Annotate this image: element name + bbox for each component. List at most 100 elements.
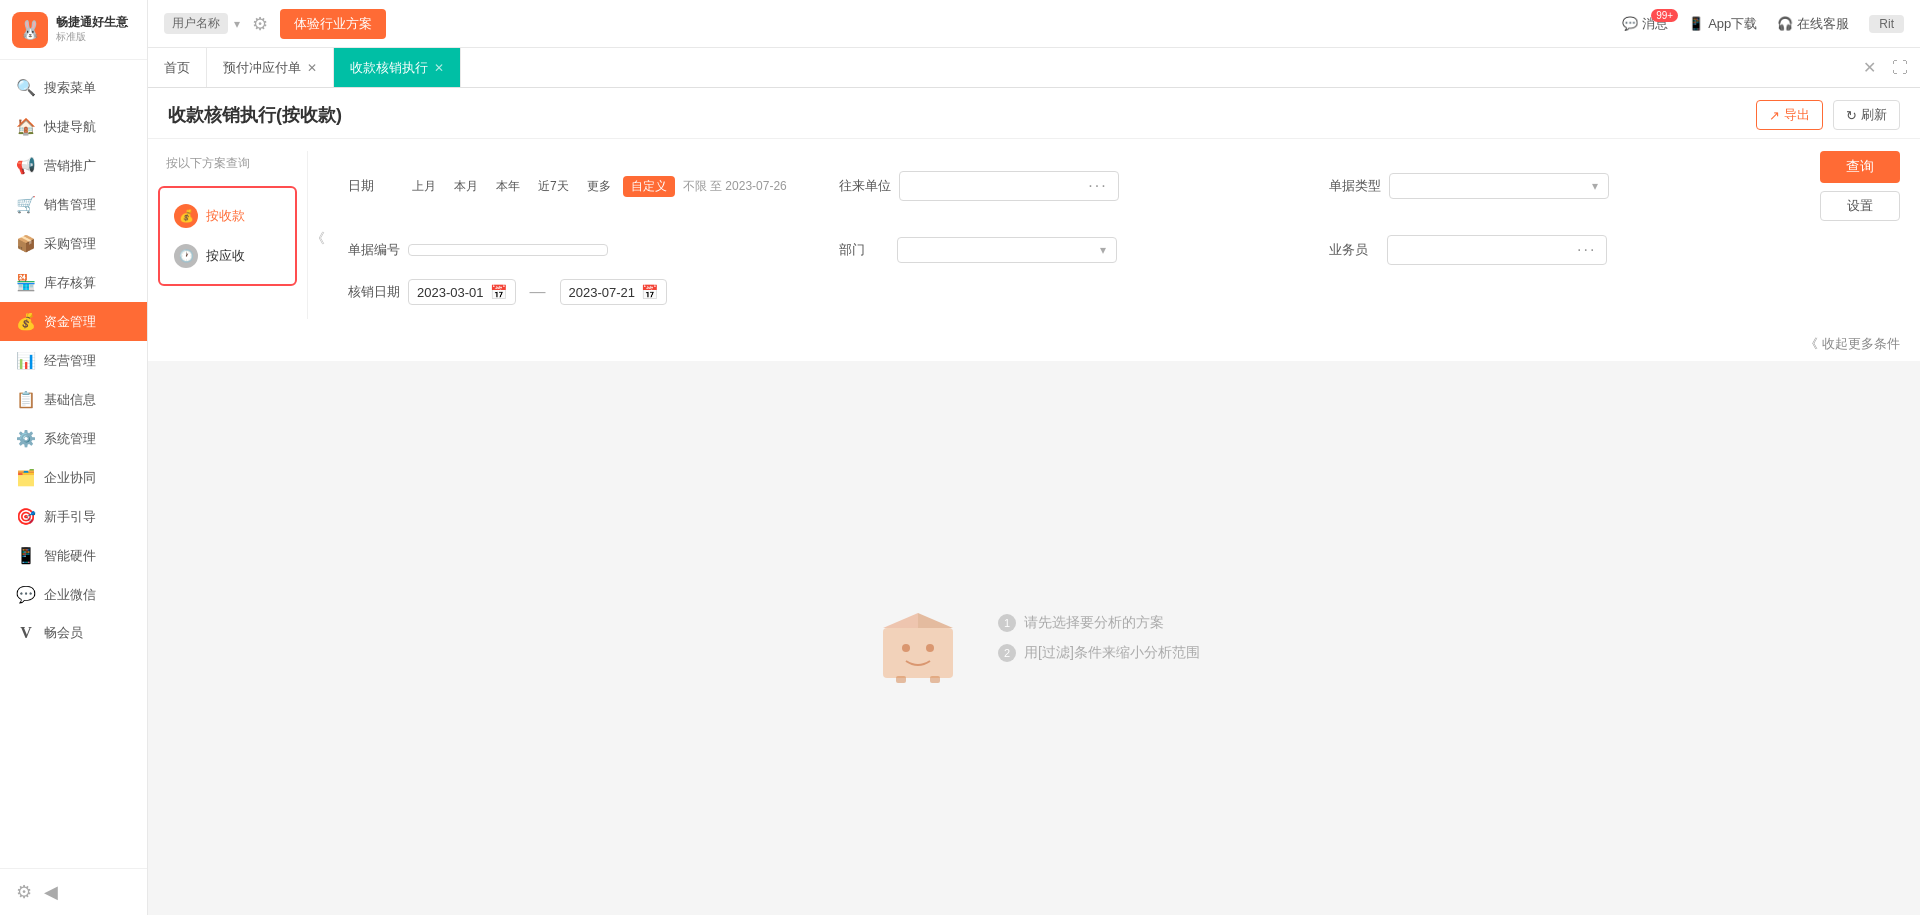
close-tab-icon[interactable]: ✕ (1863, 58, 1876, 77)
empty-tips: 1 请先选择要分析的方案 2 用[过滤]条件来缩小分析范围 (998, 614, 1200, 662)
date-btn-this-year[interactable]: 本年 (490, 176, 526, 197)
prepay-tab-close-icon[interactable]: ✕ (307, 61, 317, 75)
sidebar-item-finance[interactable]: 💰 资金管理 (0, 302, 147, 341)
export-icon: ↗ (1769, 108, 1780, 123)
message-button[interactable]: 💬 消息 99+ (1622, 15, 1668, 33)
filter-row-3: 核销日期 2023-03-01 📅 — 2023-07-21 📅 (348, 279, 1900, 305)
bill-type-field: 单据类型 ▾ (1329, 173, 1800, 199)
sidebar-item-search[interactable]: 🔍 搜索菜单 (0, 68, 147, 107)
sidebar-item-purchase[interactable]: 📦 采购管理 (0, 224, 147, 263)
date-btn-custom[interactable]: 自定义 (623, 176, 675, 197)
date-btn-last-month[interactable]: 上月 (406, 176, 442, 197)
sidebar-item-label: 库存核算 (44, 274, 96, 292)
counterparty-label: 往来单位 (839, 177, 891, 195)
sidebar-item-label: 快捷导航 (44, 118, 96, 136)
topbar-user: 用户名称 ▾ (164, 13, 240, 34)
tab-collection[interactable]: 收款核销执行 ✕ (334, 48, 461, 87)
logo-text: 畅捷通好生意 标准版 (56, 15, 128, 43)
service-icon: 🎧 (1777, 16, 1793, 31)
sidebar-footer: ⚙ ◀ (0, 868, 147, 915)
date-btn-this-month[interactable]: 本月 (448, 176, 484, 197)
filter-area: 按以下方案查询 💰 按收款 🕐 按应收 《 (148, 139, 1920, 331)
department-label: 部门 (839, 241, 889, 259)
sidebar-item-marketing[interactable]: 📢 营销推广 (0, 146, 147, 185)
sidebar-item-quicknav[interactable]: 🏠 快捷导航 (0, 107, 147, 146)
sidebar-item-label: 企业微信 (44, 586, 96, 604)
empty-illustration (868, 593, 968, 683)
refresh-button[interactable]: ↻ 刷新 (1833, 100, 1900, 130)
date-range-text: 不限 至 2023-07-26 (683, 178, 787, 195)
sidebar-item-label: 销售管理 (44, 196, 96, 214)
sidebar-item-label: 系统管理 (44, 430, 96, 448)
sidebar-item-basicinfo[interactable]: 📋 基础信息 (0, 380, 147, 419)
settings-button[interactable]: 设置 (1820, 191, 1900, 221)
empty-inner: 1 请先选择要分析的方案 2 用[过滤]条件来缩小分析范围 (868, 593, 1200, 683)
staff-label: 业务员 (1329, 241, 1379, 259)
filter-actions: 查询 设置 (1820, 151, 1900, 221)
bill-type-arrow-icon: ▾ (1592, 179, 1598, 193)
online-service-button[interactable]: 🎧 在线客服 (1777, 15, 1849, 33)
svg-point-3 (902, 644, 910, 652)
query-button[interactable]: 查询 (1820, 151, 1900, 183)
sidebar-item-label: 资金管理 (44, 313, 96, 331)
bill-no-input[interactable] (408, 244, 608, 256)
sidebar: 🐰 畅捷通好生意 标准版 🔍 搜索菜单 🏠 快捷导航 📢 营销推广 🛒 销售管理… (0, 0, 148, 915)
export-button[interactable]: ↗ 导出 (1756, 100, 1823, 130)
sidebar-item-label: 企业协同 (44, 469, 96, 487)
tip-text-2: 用[过滤]条件来缩小分析范围 (1024, 644, 1200, 662)
tabbar-controls: ✕ ⛶ (1851, 48, 1920, 87)
message-icon: 💬 (1622, 16, 1638, 31)
sidebar-collapse-button[interactable]: 《 (308, 159, 328, 319)
content-area: 收款核销执行(按收款) ↗ 导出 ↻ 刷新 按以下方案查询 💰 (148, 88, 1920, 915)
tip-num-2: 2 (998, 644, 1016, 662)
verify-date-field: 核销日期 2023-03-01 📅 — 2023-07-21 📅 (348, 279, 1900, 305)
sidebar-item-inventory[interactable]: 🏪 库存核算 (0, 263, 147, 302)
logo-icon: 🐰 (12, 12, 48, 48)
tab-home[interactable]: 首页 (148, 48, 207, 87)
collapse-more-button[interactable]: 《 收起更多条件 (148, 331, 1920, 361)
sidebar-item-newbie[interactable]: 🎯 新手引导 (0, 497, 147, 536)
system-icon: ⚙️ (16, 429, 36, 448)
sidebar-item-wechat[interactable]: 💬 企业微信 (0, 575, 147, 614)
svg-point-4 (926, 644, 934, 652)
sidebar-logo: 🐰 畅捷通好生意 标准版 (0, 0, 147, 60)
staff-select[interactable]: ··· (1387, 235, 1607, 265)
counterparty-select[interactable]: ··· (899, 171, 1119, 201)
collapse-sidebar-icon[interactable]: ◀ (44, 881, 58, 903)
chevron-down-icon[interactable]: ▾ (234, 17, 240, 31)
settings-icon[interactable]: ⚙ (16, 881, 32, 903)
svg-rect-6 (930, 676, 940, 683)
date-field: 日期 上月 本月 本年 近7天 更多 自定义 不限 至 2023-07-26 (348, 176, 819, 197)
expand-icon[interactable]: ⛶ (1892, 59, 1908, 77)
collection-tab-close-icon[interactable]: ✕ (434, 61, 444, 75)
main-area: 用户名称 ▾ ⚙ 体验行业方案 💬 消息 99+ 📱 App下载 🎧 在线客服 … (148, 0, 1920, 915)
page-title: 收款核销执行(按收款) (168, 103, 342, 127)
date-btn-more[interactable]: 更多 (581, 176, 617, 197)
bill-type-label: 单据类型 (1329, 177, 1381, 195)
solution-button[interactable]: 体验行业方案 (280, 9, 386, 39)
sidebar-item-business[interactable]: 📊 经营管理 (0, 341, 147, 380)
filter-option-receivable[interactable]: 🕐 按应收 (168, 236, 287, 276)
message-badge: 99+ (1651, 9, 1678, 22)
filter-option-receipt[interactable]: 💰 按收款 (168, 196, 287, 236)
date-group: 上月 本月 本年 近7天 更多 自定义 (406, 176, 675, 197)
basicinfo-icon: 📋 (16, 390, 36, 409)
sidebar-item-member[interactable]: V 畅会员 (0, 614, 147, 652)
verify-date-end-input[interactable]: 2023-07-21 📅 (560, 279, 668, 305)
date-btn-7days[interactable]: 近7天 (532, 176, 575, 197)
topbar-gear-icon[interactable]: ⚙ (252, 13, 268, 35)
sidebar-item-system[interactable]: ⚙️ 系统管理 (0, 419, 147, 458)
sidebar-item-label: 搜索菜单 (44, 79, 96, 97)
app-download-button[interactable]: 📱 App下载 (1688, 15, 1757, 33)
verify-date-start-input[interactable]: 2023-03-01 📅 (408, 279, 516, 305)
sidebar-item-hardware[interactable]: 📱 智能硬件 (0, 536, 147, 575)
sidebar-item-enterprise[interactable]: 🗂️ 企业协同 (0, 458, 147, 497)
sidebar-item-sales[interactable]: 🛒 销售管理 (0, 185, 147, 224)
tab-prepay[interactable]: 预付冲应付单 ✕ (207, 48, 334, 87)
receivable-option-label: 按应收 (206, 247, 245, 265)
department-select[interactable]: ▾ (897, 237, 1117, 263)
verify-date-start-text: 2023-03-01 (417, 285, 484, 300)
receipt-option-icon: 💰 (174, 204, 198, 228)
bill-type-select[interactable]: ▾ (1389, 173, 1609, 199)
receipt-option-label: 按收款 (206, 207, 245, 225)
